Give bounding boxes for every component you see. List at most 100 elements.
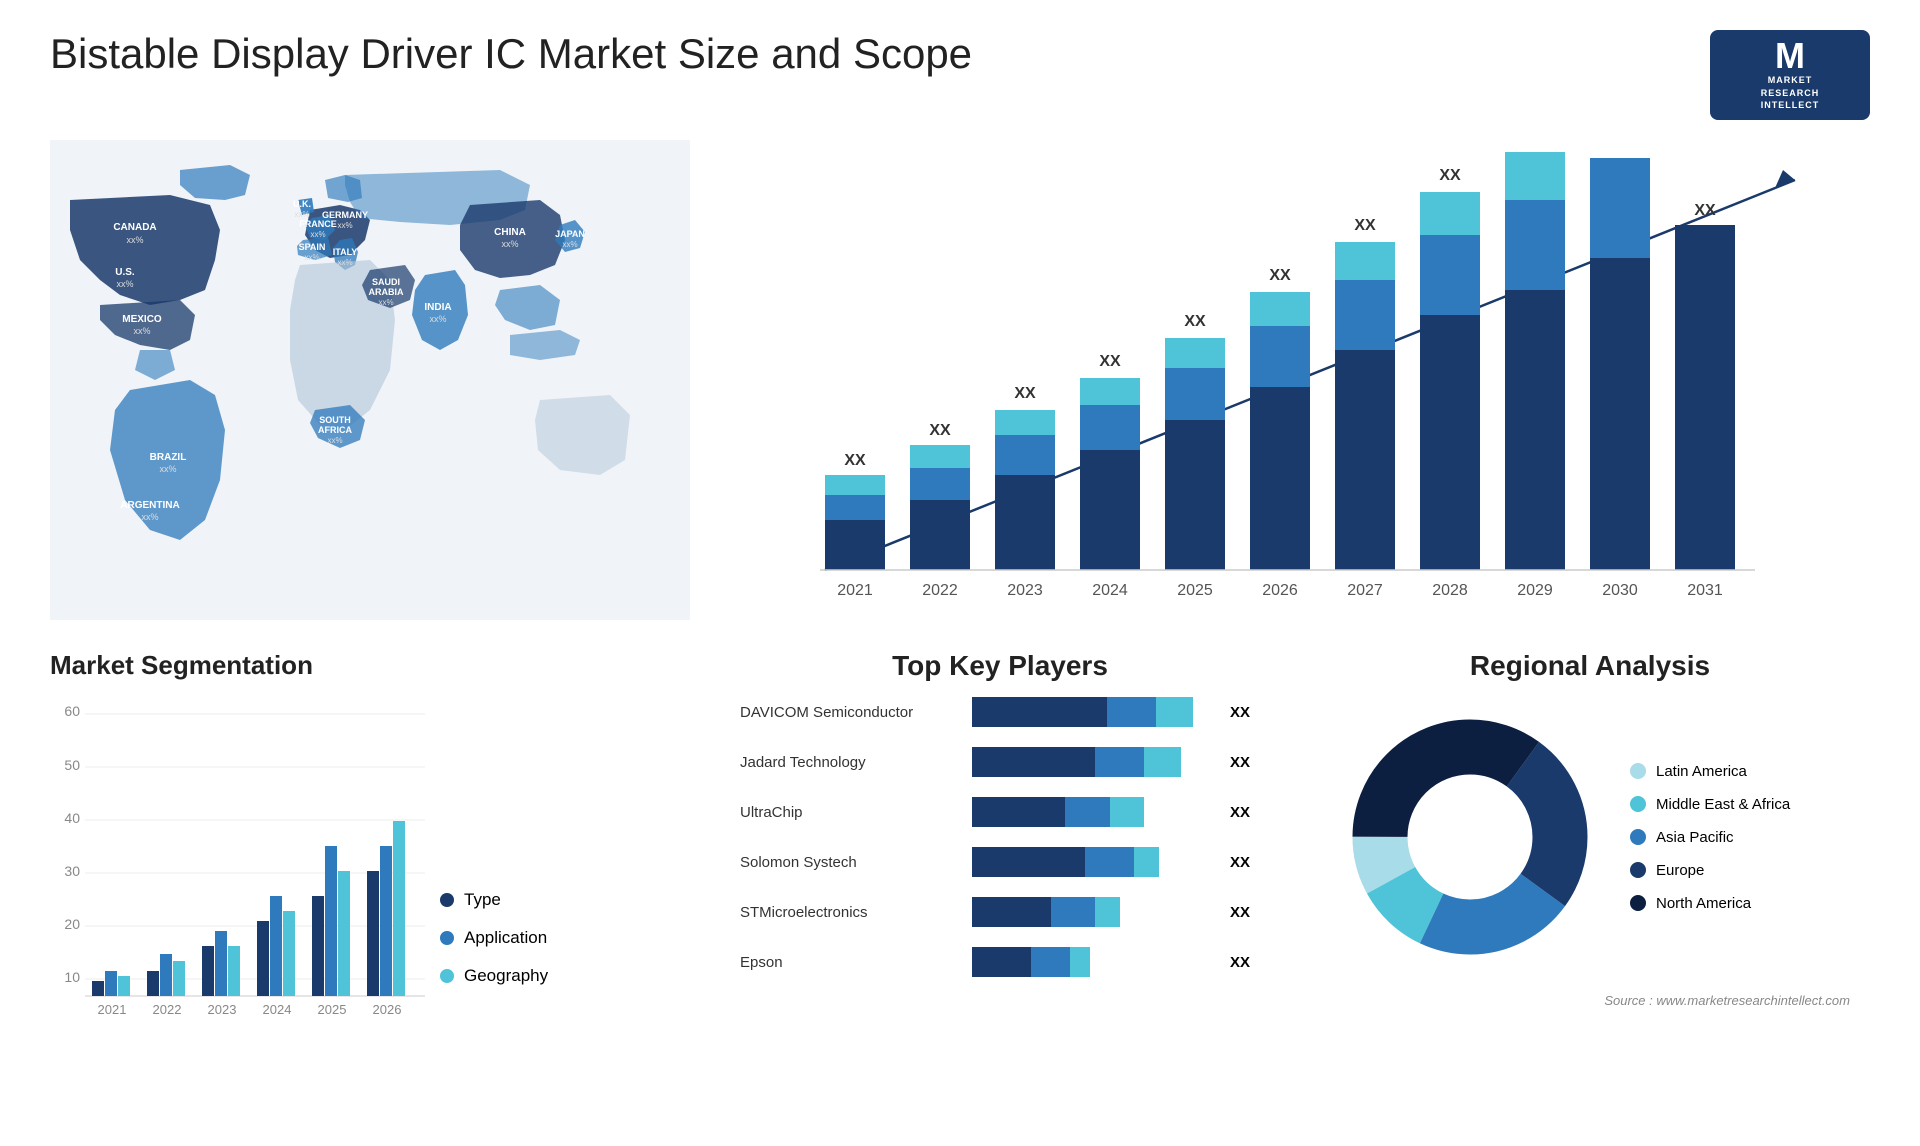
player-value: XX [1230, 754, 1260, 771]
svg-text:2022: 2022 [922, 582, 958, 599]
legend-mea: Middle East & Africa [1630, 796, 1790, 813]
svg-text:20: 20 [64, 916, 80, 932]
svg-text:SAUDI: SAUDI [372, 277, 400, 287]
player-value: XX [1230, 854, 1260, 871]
regional-content: Latin America Middle East & Africa Asia … [1330, 697, 1850, 977]
player-bar [972, 847, 1218, 877]
svg-text:JAPAN: JAPAN [555, 229, 585, 239]
segmentation-section: Market Segmentation 60 50 40 30 20 10 [50, 650, 690, 1110]
svg-text:SPAIN: SPAIN [299, 242, 326, 252]
svg-text:2025: 2025 [1177, 582, 1213, 599]
svg-text:2023: 2023 [1007, 582, 1043, 599]
player-name: DAVICOM Semiconductor [740, 704, 960, 721]
svg-text:GERMANY: GERMANY [322, 210, 368, 220]
svg-text:50: 50 [64, 757, 80, 773]
europe-dot [1630, 862, 1646, 878]
latin-america-label: Latin America [1656, 763, 1747, 780]
player-row: DAVICOM Semiconductor XX [740, 697, 1260, 727]
players-title: Top Key Players [740, 650, 1260, 682]
mea-dot [1630, 796, 1646, 812]
svg-text:2021: 2021 [837, 582, 873, 599]
north-america-dot [1630, 895, 1646, 911]
player-name: Solomon Systech [740, 854, 960, 871]
segmentation-chart: 60 50 40 30 20 10 [50, 696, 430, 1016]
svg-text:2024: 2024 [1092, 582, 1128, 599]
svg-text:2026: 2026 [1262, 582, 1298, 599]
svg-text:2023: 2023 [208, 1002, 237, 1016]
source: Source : www.marketresearchintellect.com [1330, 992, 1850, 1010]
player-row: UltraChip XX [740, 797, 1260, 827]
svg-text:INDIA: INDIA [424, 302, 451, 313]
svg-text:60: 60 [64, 703, 80, 719]
header: Bistable Display Driver IC Market Size a… [50, 30, 1870, 120]
application-dot [440, 931, 454, 945]
page-title: Bistable Display Driver IC Market Size a… [50, 30, 972, 78]
player-row: Epson XX [740, 947, 1260, 977]
player-value: XX [1230, 804, 1260, 821]
svg-text:XX: XX [1014, 385, 1036, 402]
svg-text:xx%: xx% [116, 279, 133, 289]
player-bar [972, 797, 1218, 827]
svg-text:xx%: xx% [562, 240, 577, 249]
svg-text:xx%: xx% [337, 221, 352, 230]
logo-box: M MARKETRESEARCHINTELLECT [1710, 30, 1870, 120]
geography-label: Geography [464, 966, 548, 986]
world-map-section: CANADA xx% U.S. xx% MEXICO xx% BRAZIL xx… [50, 140, 690, 630]
logo-letter: M [1775, 38, 1805, 74]
legend-asia-pacific: Asia Pacific [1630, 829, 1790, 846]
player-row: STMicroelectronics XX [740, 897, 1260, 927]
svg-text:2021: 2021 [98, 1002, 127, 1016]
svg-text:AFRICA: AFRICA [318, 425, 352, 435]
logo-text: MARKETRESEARCHINTELLECT [1761, 74, 1820, 112]
player-row: Solomon Systech XX [740, 847, 1260, 877]
europe-label: Europe [1656, 862, 1704, 879]
svg-text:30: 30 [64, 863, 80, 879]
svg-text:xx%: xx% [159, 464, 176, 474]
players-section: Top Key Players DAVICOM Semiconductor XX… [720, 650, 1280, 1110]
player-bar [972, 747, 1218, 777]
svg-text:ARGENTINA: ARGENTINA [120, 500, 179, 511]
bar-chart-section: XX XX XX XX XX [720, 140, 1870, 630]
svg-text:XX: XX [929, 422, 951, 439]
svg-text:XX: XX [1354, 217, 1376, 234]
asia-label: Asia Pacific [1656, 829, 1734, 846]
svg-text:SOUTH: SOUTH [319, 415, 351, 425]
application-label: Application [464, 928, 547, 948]
svg-text:xx%: xx% [337, 258, 352, 267]
logo: M MARKETRESEARCHINTELLECT [1710, 30, 1870, 120]
svg-text:2024: 2024 [263, 1002, 292, 1016]
main-bar-chart: XX XX XX XX XX [740, 150, 1850, 620]
players-list: DAVICOM Semiconductor XX Jadard Technolo… [740, 697, 1260, 977]
svg-text:2026: 2026 [373, 1002, 402, 1016]
svg-text:xx%: xx% [126, 235, 143, 245]
svg-text:CHINA: CHINA [494, 227, 526, 238]
svg-text:BRAZIL: BRAZIL [150, 452, 187, 463]
svg-text:2022: 2022 [153, 1002, 182, 1016]
svg-text:2027: 2027 [1347, 582, 1383, 599]
svg-text:xx%: xx% [378, 298, 393, 307]
svg-text:2031: 2031 [1687, 582, 1723, 599]
svg-text:xx%: xx% [429, 314, 446, 324]
type-label: Type [464, 890, 501, 910]
geography-dot [440, 969, 454, 983]
mea-label: Middle East & Africa [1656, 796, 1790, 813]
legend-geography: Geography [440, 966, 548, 986]
legend-application: Application [440, 928, 548, 948]
segmentation-legend: Type Application Geography [440, 890, 548, 1016]
player-bar [972, 697, 1218, 727]
legend-latin-america: Latin America [1630, 763, 1790, 780]
legend-north-america: North America [1630, 895, 1790, 912]
svg-text:XX: XX [1269, 267, 1291, 284]
north-america-label: North America [1656, 895, 1751, 912]
svg-text:xx%: xx% [294, 210, 309, 219]
svg-text:U.K.: U.K. [293, 199, 311, 209]
legend-type: Type [440, 890, 548, 910]
latin-america-dot [1630, 763, 1646, 779]
segmentation-title: Market Segmentation [50, 650, 690, 681]
bottom-row: Market Segmentation 60 50 40 30 20 10 [50, 650, 1870, 1110]
svg-text:xx%: xx% [133, 326, 150, 336]
regional-title: Regional Analysis [1330, 650, 1850, 682]
player-value: XX [1230, 954, 1260, 971]
player-value: XX [1230, 904, 1260, 921]
player-name: UltraChip [740, 804, 960, 821]
